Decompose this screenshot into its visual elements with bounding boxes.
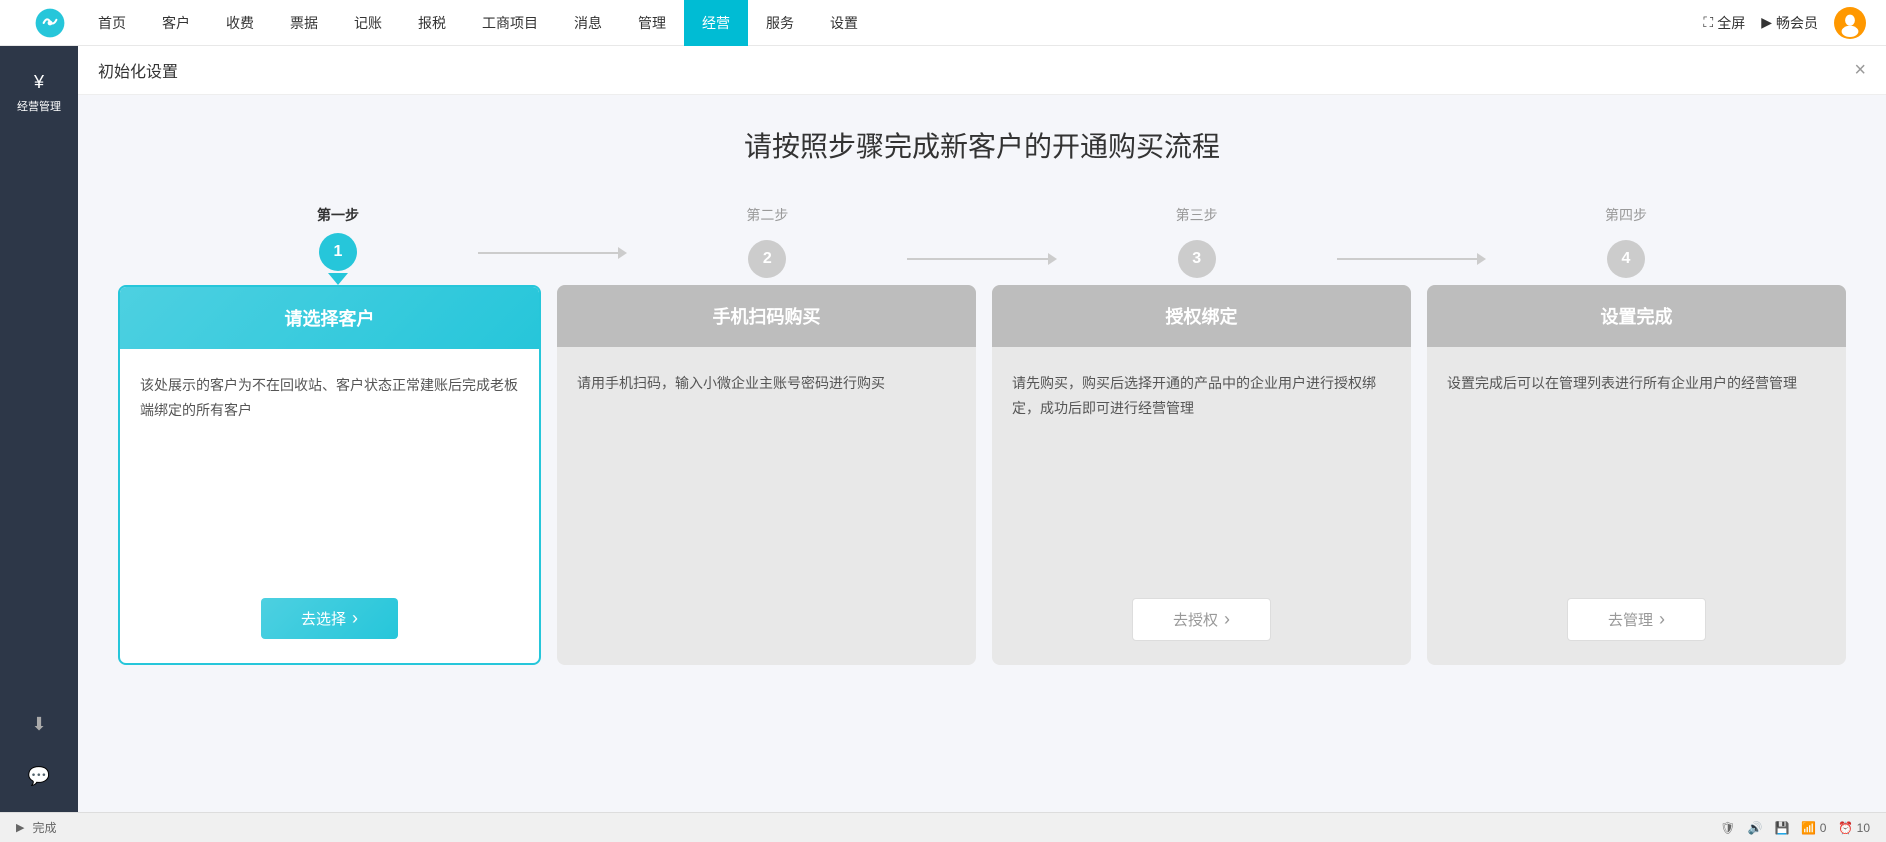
close-button[interactable]: ×: [1854, 60, 1866, 80]
step-cards: 请选择客户 该处展示的客户为不在回收站、客户状态正常建账后完成老板端绑定的所有客…: [118, 285, 1846, 665]
nav-item-settings[interactable]: 设置: [812, 0, 876, 46]
step-labels-row: 第一步 第二步 第三步 第四步: [118, 205, 1846, 225]
status-left: ▶ 完成: [16, 819, 56, 836]
download-icon: ⬇: [25, 710, 53, 738]
sidebar-item-chat[interactable]: 💬: [0, 750, 78, 802]
go-select-arrow: ›: [352, 608, 358, 629]
chat-icon: 💬: [25, 762, 53, 790]
go-select-button[interactable]: 去选择 ›: [261, 598, 398, 639]
yuan-icon: ¥: [25, 68, 53, 96]
step-card-3-body: 请先购买，购买后选择开通的产品中的企业用户进行授权绑定，成功后即可进行经营管理: [992, 347, 1411, 582]
nav-item-invoice[interactable]: 票据: [272, 0, 336, 46]
step-3-circle: 3: [1178, 240, 1216, 278]
step-1-circle-col: 1: [198, 233, 478, 285]
step-2-circle-col: 2: [627, 240, 907, 278]
step-card-3-header: 授权绑定: [992, 285, 1411, 347]
top-nav: 首页 客户 收费 票据 记账 报税 工商项目 消息 管理 经营 服务 设置 ⛶ …: [0, 0, 1886, 46]
sidebar-item-operation[interactable]: ¥ 经营管理: [0, 56, 78, 126]
step-card-4-header: 设置完成: [1427, 285, 1846, 347]
steps-container: 请按照步骤完成新客户的开通购买流程 第一步 第二步 第三步 第四步: [78, 95, 1886, 812]
step-card-2-footer: [557, 625, 976, 665]
step-4-circle: 4: [1607, 240, 1645, 278]
step-3-label: 第三步: [1057, 205, 1337, 225]
step-3-circle-col: 3: [1057, 240, 1337, 278]
nav-item-business[interactable]: 工商项目: [464, 0, 556, 46]
step-4-label: 第四步: [1486, 205, 1766, 225]
nav-item-home[interactable]: 首页: [80, 0, 144, 46]
go-select-label: 去选择: [301, 608, 346, 629]
arrow-2-3: [907, 253, 1056, 265]
go-manage-label: 去管理: [1608, 609, 1653, 630]
nav-item-service[interactable]: 服务: [748, 0, 812, 46]
page-title: 初始化设置: [98, 58, 178, 82]
fullscreen-label: 全屏: [1717, 13, 1745, 33]
save-icon: 💾: [1774, 821, 1789, 835]
vip-label: 畅会员: [1776, 13, 1818, 33]
step-2-circle: 2: [748, 240, 786, 278]
go-manage-button[interactable]: 去管理 ›: [1567, 598, 1706, 641]
step-card-4: 设置完成 设置完成后可以在管理列表进行所有企业用户的经营管理 去管理 ›: [1427, 285, 1846, 665]
step-card-1-header: 请选择客户: [120, 287, 539, 349]
step-card-2: 手机扫码购买 请用手机扫码，输入小微企业主账号密码进行购买: [557, 285, 976, 665]
go-authorize-label: 去授权: [1173, 609, 1218, 630]
step-4-circle-col: 4: [1486, 240, 1766, 278]
nav-item-fee[interactable]: 收费: [208, 0, 272, 46]
step-1-pointer: [328, 273, 348, 285]
fullscreen-icon: ⛶: [1703, 14, 1713, 31]
step-card-1-footer: 去选择 ›: [120, 582, 539, 663]
go-authorize-arrow: ›: [1224, 609, 1230, 630]
nav-item-customer[interactable]: 客户: [144, 0, 208, 46]
go-authorize-button[interactable]: 去授权 ›: [1132, 598, 1271, 641]
nav-items: 首页 客户 收费 票据 记账 报税 工商项目 消息 管理 经营 服务 设置: [80, 0, 1703, 46]
step-2-label: 第二步: [627, 205, 907, 225]
nav-item-operation[interactable]: 经营: [684, 0, 748, 46]
step-card-1-body: 该处展示的客户为不在回收站、客户状态正常建账后完成老板端绑定的所有客户: [120, 349, 539, 582]
nav-item-manage[interactable]: 管理: [620, 0, 684, 46]
nav-right: ⛶ 全屏 ▶ 畅会员: [1703, 7, 1866, 39]
avatar[interactable]: [1834, 7, 1866, 39]
page-header: 初始化设置 ×: [78, 46, 1886, 95]
status-right: 🛡 🔊 💾 📶 0 ⏰ 10: [1720, 821, 1870, 835]
content-area: 初始化设置 × 请按照步骤完成新客户的开通购买流程 第一步 第二步 第三步 第四…: [78, 46, 1886, 812]
arrow-1-2: [478, 247, 627, 259]
clock-icon: ⏰ 10: [1838, 821, 1870, 835]
fullscreen-btn[interactable]: ⛶ 全屏: [1703, 13, 1745, 33]
step-card-2-body: 请用手机扫码，输入小微企业主账号密码进行购买: [557, 347, 976, 625]
sidebar-bottom: ⬇ 💬: [0, 698, 78, 812]
sidebar-item-download[interactable]: ⬇: [0, 698, 78, 750]
shield-icon: 🛡: [1720, 821, 1735, 835]
step-card-4-footer: 去管理 ›: [1427, 582, 1846, 665]
status-text: 完成: [32, 819, 56, 836]
step-card-2-header: 手机扫码购买: [557, 285, 976, 347]
step-circles-row: 1 2 3: [118, 233, 1846, 285]
play-icon: ▶: [1761, 14, 1772, 31]
sidebar-item-label: 经营管理: [17, 100, 61, 114]
sidebar: ¥ 经营管理 ⬇ 💬: [0, 46, 78, 812]
nav-item-message[interactable]: 消息: [556, 0, 620, 46]
step-card-4-body: 设置完成后可以在管理列表进行所有企业用户的经营管理: [1427, 347, 1846, 582]
step-1-circle: 1: [319, 233, 357, 271]
signal-icon: 📶 0: [1801, 821, 1826, 835]
play-status-icon: ▶: [16, 821, 24, 834]
nav-item-bookkeeping[interactable]: 记账: [336, 0, 400, 46]
arrow-3-4: [1337, 253, 1486, 265]
step-1-label: 第一步: [198, 205, 478, 225]
nav-item-tax[interactable]: 报税: [400, 0, 464, 46]
status-bar: ▶ 完成 🛡 🔊 💾 📶 0 ⏰ 10: [0, 812, 1886, 842]
volume-icon: 🔊: [1748, 821, 1763, 835]
go-manage-arrow: ›: [1659, 609, 1665, 630]
steps-main-title: 请按照步骤完成新客户的开通购买流程: [118, 125, 1846, 165]
logo: [20, 7, 80, 39]
step-card-3-footer: 去授权 ›: [992, 582, 1411, 665]
vip-btn[interactable]: ▶ 畅会员: [1761, 13, 1818, 33]
step-card-1: 请选择客户 该处展示的客户为不在回收站、客户状态正常建账后完成老板端绑定的所有客…: [118, 285, 541, 665]
main-layout: ¥ 经营管理 ⬇ 💬 初始化设置 × 请按照步骤完成新客户的开通购买流程 第一步: [0, 46, 1886, 812]
step-card-3: 授权绑定 请先购买，购买后选择开通的产品中的企业用户进行授权绑定，成功后即可进行…: [992, 285, 1411, 665]
